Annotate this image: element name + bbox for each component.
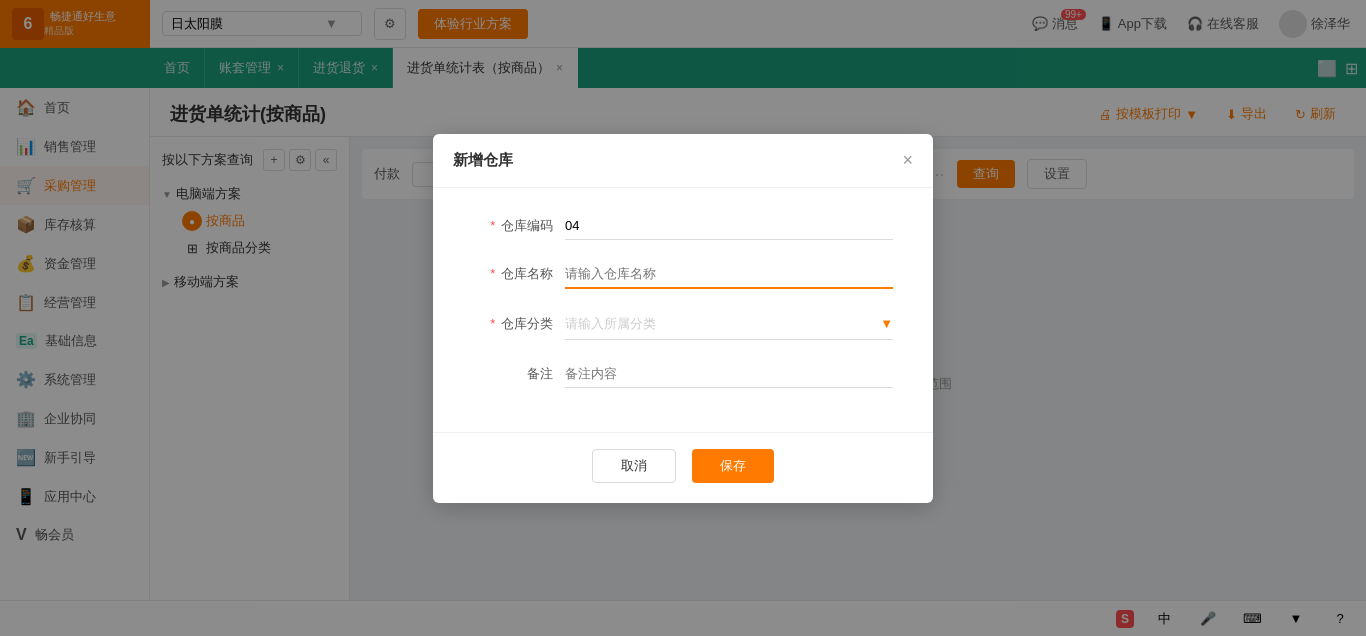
modal-header: 新增仓库 × — [433, 134, 933, 188]
modal-body: * 仓库编码 * 仓库名称 * 仓库分类 请输入所属 — [433, 188, 933, 432]
category-label: * 仓库分类 — [473, 315, 553, 333]
required-mark-category: * — [490, 316, 495, 331]
category-select[interactable]: 请输入所属分类 ▼ — [565, 309, 893, 340]
cancel-button[interactable]: 取消 — [592, 449, 676, 483]
note-input[interactable] — [565, 360, 893, 388]
modal-overlay: 新增仓库 × * 仓库编码 * 仓库名称 — [0, 0, 1366, 636]
modal-footer: 取消 保存 — [433, 432, 933, 503]
name-input[interactable] — [565, 260, 893, 289]
form-row-category: * 仓库分类 请输入所属分类 ▼ — [473, 309, 893, 340]
code-input[interactable] — [565, 212, 893, 240]
category-placeholder: 请输入所属分类 — [565, 315, 656, 333]
modal-title: 新增仓库 — [453, 151, 513, 170]
code-label: * 仓库编码 — [473, 217, 553, 235]
form-row-note: * 备注 — [473, 360, 893, 388]
name-label: * 仓库名称 — [473, 265, 553, 283]
form-row-name: * 仓库名称 — [473, 260, 893, 289]
required-mark-code: * — [490, 218, 495, 233]
note-label: * 备注 — [473, 365, 553, 383]
category-arrow-icon: ▼ — [880, 316, 893, 331]
save-button[interactable]: 保存 — [692, 449, 774, 483]
required-mark-name: * — [490, 266, 495, 281]
form-row-code: * 仓库编码 — [473, 212, 893, 240]
modal-close-button[interactable]: × — [902, 150, 913, 171]
add-warehouse-modal: 新增仓库 × * 仓库编码 * 仓库名称 — [433, 134, 933, 503]
